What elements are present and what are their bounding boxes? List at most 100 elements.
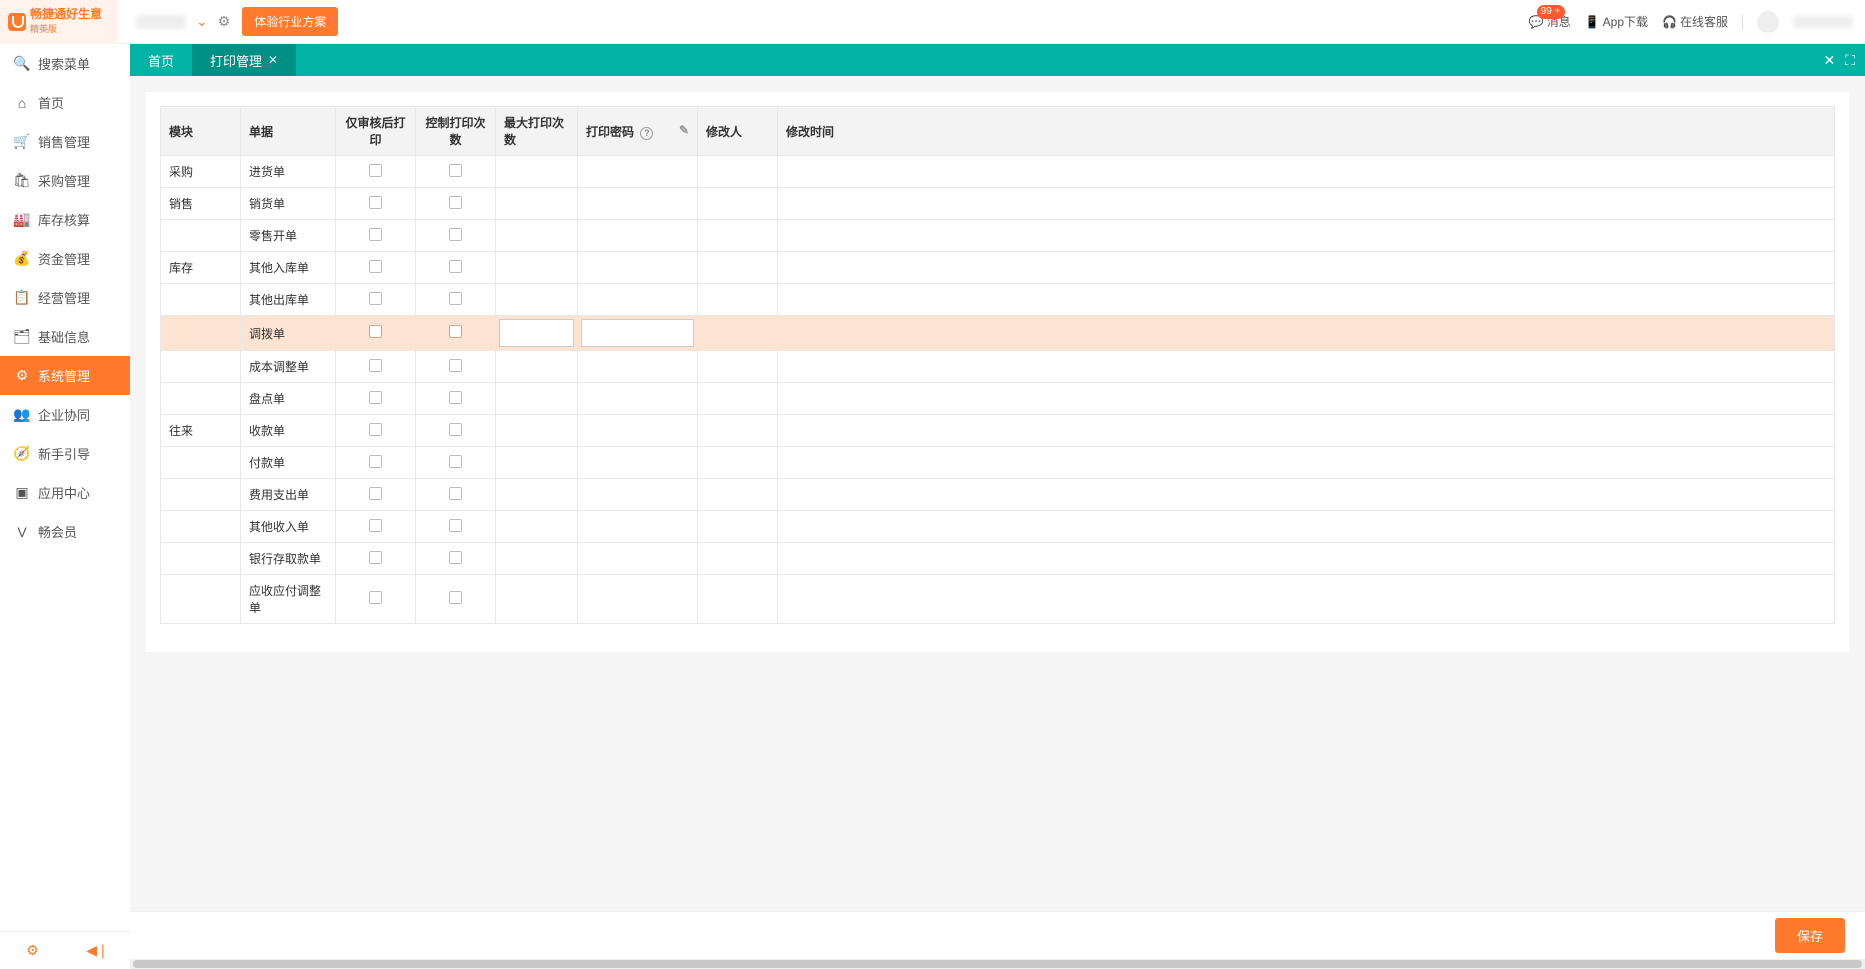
cell-modified-at <box>778 511 1835 543</box>
checkbox-only-after-audit[interactable] <box>369 423 382 436</box>
checkbox-control-count[interactable] <box>449 423 462 436</box>
checkbox-only-after-audit[interactable] <box>369 591 382 604</box>
checkbox-only-after-audit[interactable] <box>369 487 382 500</box>
sidebar-item-10[interactable]: 🧭新手引导 <box>0 434 130 473</box>
cell-max-count <box>496 252 578 284</box>
edit-icon[interactable]: ✎ <box>679 123 689 137</box>
password-input[interactable] <box>581 319 694 347</box>
horizontal-scrollbar[interactable] <box>130 959 1865 969</box>
max-count-input[interactable] <box>499 319 574 347</box>
cell-password <box>578 575 698 624</box>
org-selector[interactable]: ⌄ <box>136 13 218 30</box>
cell-modified-at <box>778 252 1835 284</box>
online-service-link[interactable]: 🎧 在线客服 <box>1662 13 1728 30</box>
logo-icon <box>8 13 26 31</box>
checkbox-only-after-audit[interactable] <box>369 196 382 209</box>
cell-password <box>578 543 698 575</box>
checkbox-control-count[interactable] <box>449 196 462 209</box>
checkbox-control-count[interactable] <box>449 487 462 500</box>
scrollbar-thumb[interactable] <box>133 960 1862 968</box>
sidebar-item-6[interactable]: 📋经营管理 <box>0 278 130 317</box>
cell-password <box>578 188 698 220</box>
checkbox-only-after-audit[interactable] <box>369 292 382 305</box>
cell-modifier <box>698 447 778 479</box>
table-row: 应收应付调整单 <box>161 575 1835 624</box>
fullscreen-icon[interactable]: ⛶ <box>1845 52 1855 69</box>
cell-modifier <box>698 188 778 220</box>
help-icon[interactable]: ? <box>640 127 653 140</box>
checkbox-only-after-audit[interactable] <box>369 455 382 468</box>
tabs-close-all-icon[interactable]: ✕ <box>1823 52 1835 69</box>
sidebar-item-label: 销售管理 <box>38 132 90 151</box>
messages-badge: 99 + <box>1537 5 1565 19</box>
sidebar-item-0[interactable]: 🔍搜索菜单 <box>0 44 130 83</box>
checkbox-control-count[interactable] <box>449 260 462 273</box>
checkbox-only-after-audit[interactable] <box>369 325 382 338</box>
table-row: 零售开单 <box>161 220 1835 252</box>
checkbox-control-count[interactable] <box>449 519 462 532</box>
settings-icon[interactable]: ⚙ <box>218 13 231 30</box>
table-row: 销售销货单 <box>161 188 1835 220</box>
cell-modifier <box>698 156 778 188</box>
sidebar-item-8[interactable]: ⚙系统管理 <box>0 356 130 395</box>
sidebar-settings-icon[interactable]: ⚙ <box>0 932 65 969</box>
sidebar-item-4[interactable]: 🏭库存核算 <box>0 200 130 239</box>
checkbox-only-after-audit[interactable] <box>369 164 382 177</box>
checkbox-control-count[interactable] <box>449 359 462 372</box>
checkbox-control-count[interactable] <box>449 228 462 241</box>
phone-icon: 📱 <box>1585 15 1600 29</box>
table-row: 其他收入单 <box>161 511 1835 543</box>
cell-modifier <box>698 383 778 415</box>
sidebar-item-11[interactable]: ▣应用中心 <box>0 473 130 512</box>
save-button[interactable]: 保存 <box>1775 918 1845 953</box>
table-row: 付款单 <box>161 447 1835 479</box>
cell-module <box>161 543 241 575</box>
cell-modified-at <box>778 351 1835 383</box>
sidebar-collapse-icon[interactable]: ◀❘ <box>65 932 130 969</box>
checkbox-only-after-audit[interactable] <box>369 260 382 273</box>
cell-module <box>161 351 241 383</box>
checkbox-only-after-audit[interactable] <box>369 551 382 564</box>
tab-home[interactable]: 首页 <box>130 44 192 76</box>
cell-max-count <box>496 511 578 543</box>
checkbox-control-count[interactable] <box>449 292 462 305</box>
cell-modifier <box>698 479 778 511</box>
tab-active-label: 打印管理 <box>210 51 262 70</box>
sidebar-item-2[interactable]: 🛒销售管理 <box>0 122 130 161</box>
sidebar-item-label: 系统管理 <box>38 366 90 385</box>
checkbox-control-count[interactable] <box>449 164 462 177</box>
tab-print-management[interactable]: 打印管理 ✕ <box>192 44 296 76</box>
cell-max-count <box>496 575 578 624</box>
checkbox-control-count[interactable] <box>449 591 462 604</box>
checkbox-only-after-audit[interactable] <box>369 228 382 241</box>
table-row: 盘点单 <box>161 383 1835 415</box>
app-download-link[interactable]: 📱 App下载 <box>1585 13 1648 30</box>
sidebar-item-9[interactable]: 👥企业协同 <box>0 395 130 434</box>
th-doc: 单据 <box>241 107 336 156</box>
checkbox-only-after-audit[interactable] <box>369 391 382 404</box>
cell-module <box>161 447 241 479</box>
avatar[interactable] <box>1757 11 1779 33</box>
close-icon[interactable]: ✕ <box>268 53 278 67</box>
sidebar-item-label: 经营管理 <box>38 288 90 307</box>
checkbox-only-after-audit[interactable] <box>369 519 382 532</box>
sidebar-item-12[interactable]: V畅会员 <box>0 512 130 551</box>
sidebar-item-3[interactable]: 🛍采购管理 <box>0 161 130 200</box>
nav-icon: ⌂ <box>14 95 30 111</box>
messages-link[interactable]: 99 + 💬 消息 <box>1529 13 1571 30</box>
brand-name: 畅捷通好生意 <box>30 8 102 21</box>
tab-home-label: 首页 <box>148 51 174 70</box>
checkbox-only-after-audit[interactable] <box>369 359 382 372</box>
th-module: 模块 <box>161 107 241 156</box>
sidebar-item-5[interactable]: 💰资金管理 <box>0 239 130 278</box>
checkbox-control-count[interactable] <box>449 551 462 564</box>
checkbox-control-count[interactable] <box>449 455 462 468</box>
cell-module <box>161 383 241 415</box>
sidebar-item-7[interactable]: 🗂基础信息 <box>0 317 130 356</box>
checkbox-control-count[interactable] <box>449 391 462 404</box>
checkbox-control-count[interactable] <box>449 325 462 338</box>
industry-plan-button[interactable]: 体验行业方案 <box>242 7 338 36</box>
sidebar-item-1[interactable]: ⌂首页 <box>0 83 130 122</box>
table-row: 采购进货单 <box>161 156 1835 188</box>
cell-modifier <box>698 351 778 383</box>
